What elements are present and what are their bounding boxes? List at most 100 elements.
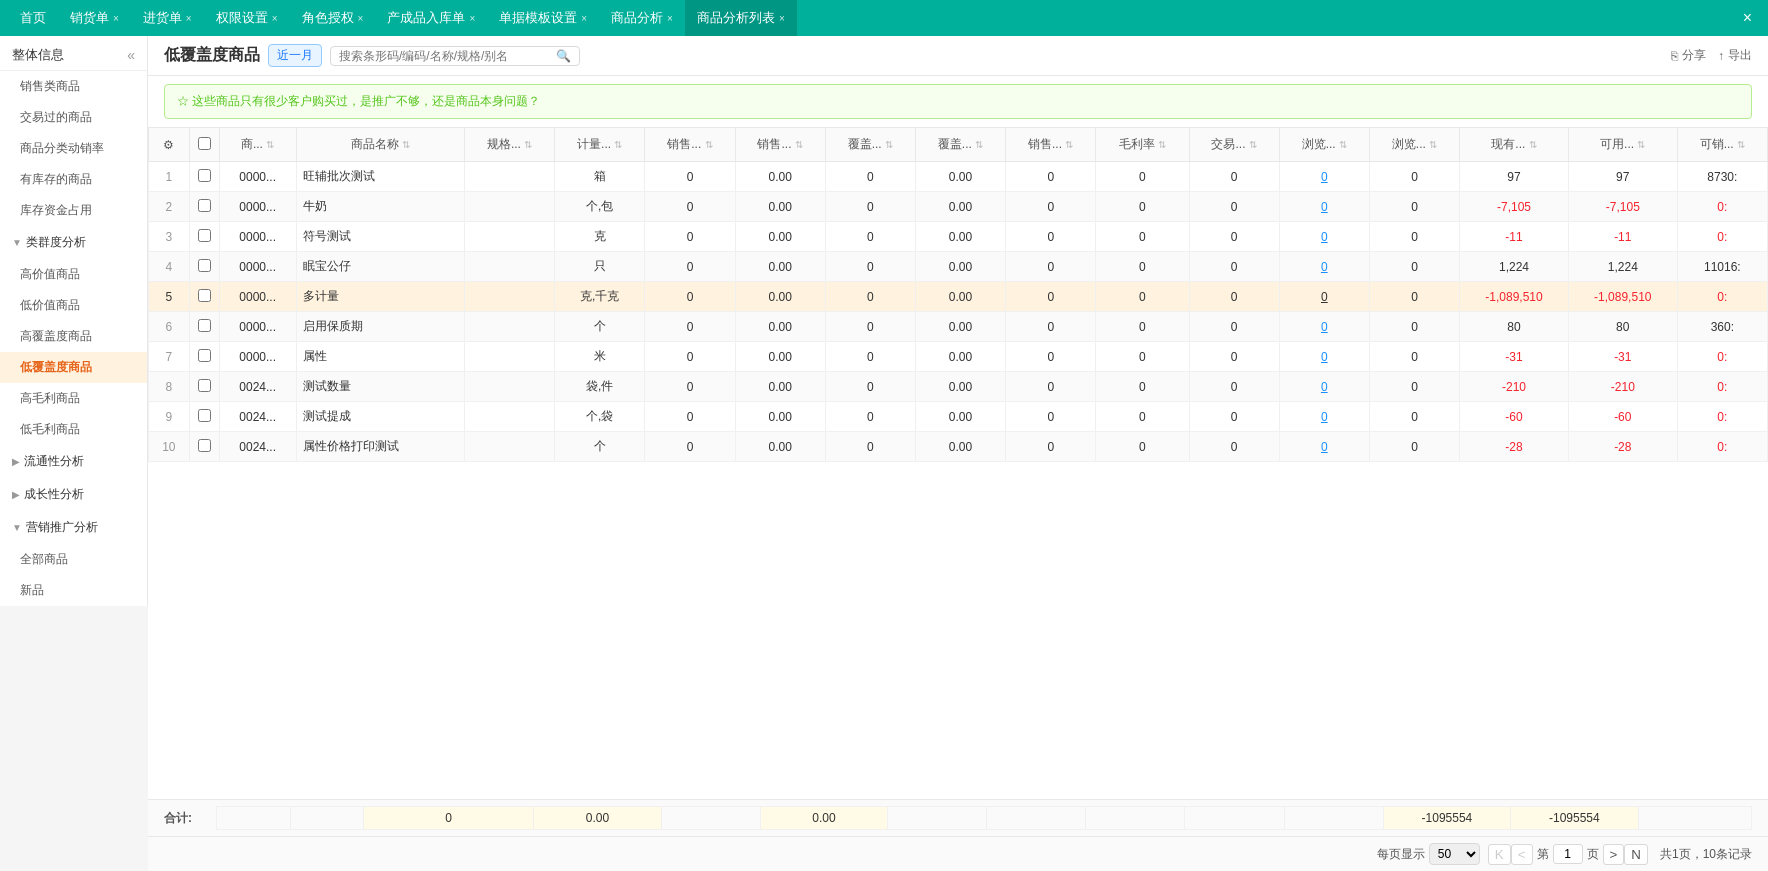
search-input[interactable]	[339, 49, 552, 63]
row-views1[interactable]: 0	[1279, 162, 1369, 192]
nav-tab-purchase[interactable]: 进货单 ×	[131, 0, 204, 36]
search-box[interactable]: 🔍	[330, 46, 580, 66]
sidebar-item-inventory-capital[interactable]: 库存资金占用	[0, 195, 147, 226]
sidebar-item-new-products[interactable]: 新品	[0, 575, 147, 606]
col-name[interactable]: 商品名称 ⇅	[296, 128, 464, 162]
sidebar-item-stocked-products[interactable]: 有库存的商品	[0, 164, 147, 195]
sidebar-section-growth-analysis[interactable]: ▶ 成长性分析	[0, 478, 147, 511]
row-views1[interactable]: 0	[1279, 402, 1369, 432]
sidebar-collapse-button[interactable]: «	[127, 47, 135, 63]
settings-icon[interactable]: ⚙	[163, 138, 174, 152]
row-checkbox-cell[interactable]	[189, 402, 219, 432]
row-checkbox[interactable]	[198, 229, 211, 242]
last-page-button[interactable]: N	[1624, 844, 1648, 865]
col-spec[interactable]: 规格... ⇅	[465, 128, 555, 162]
sidebar-item-traded-products[interactable]: 交易过的商品	[0, 102, 147, 133]
nav-tab-roles[interactable]: 角色授权 ×	[290, 0, 376, 36]
close-icon[interactable]: ×	[272, 13, 278, 24]
row-checkbox[interactable]	[198, 289, 211, 302]
prev-page-button[interactable]: <	[1511, 844, 1533, 865]
page-number-input[interactable]	[1553, 844, 1583, 864]
row-views1[interactable]: 0	[1279, 282, 1369, 312]
next-page-button[interactable]: >	[1603, 844, 1625, 865]
row-checkbox-cell[interactable]	[189, 222, 219, 252]
row-checkbox[interactable]	[198, 379, 211, 392]
row-views1[interactable]: 0	[1279, 222, 1369, 252]
nav-tab-template[interactable]: 单据模板设置 ×	[487, 0, 599, 36]
col-sellable[interactable]: 可销... ⇅	[1677, 128, 1767, 162]
col-views1[interactable]: 浏览... ⇅	[1279, 128, 1369, 162]
nav-tab-permissions[interactable]: 权限设置 ×	[204, 0, 290, 36]
col-sales-count[interactable]: 销售... ⇅	[1006, 128, 1096, 162]
col-views2[interactable]: 浏览... ⇅	[1369, 128, 1459, 162]
row-checkbox-cell[interactable]	[189, 282, 219, 312]
col-unit[interactable]: 计量... ⇅	[555, 128, 645, 162]
close-icon[interactable]: ×	[581, 13, 587, 24]
close-icon[interactable]: ×	[186, 13, 192, 24]
row-checkbox-cell[interactable]	[189, 312, 219, 342]
close-icon[interactable]: ×	[667, 13, 673, 24]
row-checkbox-cell[interactable]	[189, 162, 219, 192]
row-spec	[465, 192, 555, 222]
sidebar-section-group-analysis[interactable]: ▼ 类群度分析	[0, 226, 147, 259]
col-current-stock[interactable]: 现有... ⇅	[1460, 128, 1569, 162]
sidebar-item-category-rate[interactable]: 商品分类动销率	[0, 133, 147, 164]
nav-tab-product-analysis-list[interactable]: 商品分析列表 ×	[685, 0, 797, 36]
col-available[interactable]: 可用... ⇅	[1568, 128, 1677, 162]
col-trade[interactable]: 交易... ⇅	[1189, 128, 1279, 162]
nav-tab-product-analysis[interactable]: 商品分析 ×	[599, 0, 685, 36]
sidebar-item-high-coverage[interactable]: 高覆盖度商品	[0, 321, 147, 352]
col-coverage1[interactable]: 覆盖... ⇅	[825, 128, 915, 162]
close-icon[interactable]: ×	[113, 13, 119, 24]
row-checkbox-cell[interactable]	[189, 342, 219, 372]
sidebar-section-flow-analysis[interactable]: ▶ 流通性分析	[0, 445, 147, 478]
row-views1[interactable]: 0	[1279, 342, 1369, 372]
col-checkbox[interactable]	[189, 128, 219, 162]
select-all-checkbox[interactable]	[198, 137, 211, 150]
sidebar-item-low-coverage[interactable]: 低覆盖度商品	[0, 352, 147, 383]
col-settings[interactable]: ⚙	[149, 128, 190, 162]
nav-tab-home[interactable]: 首页	[8, 0, 58, 36]
share-button[interactable]: ⎘ 分享	[1671, 47, 1706, 64]
col-sales-amount[interactable]: 销售... ⇅	[735, 128, 825, 162]
row-checkbox-cell[interactable]	[189, 192, 219, 222]
sidebar-section-marketing-analysis[interactable]: ▼ 营销推广分析	[0, 511, 147, 544]
row-checkbox[interactable]	[198, 319, 211, 332]
col-gross-margin[interactable]: 毛利率 ⇅	[1096, 128, 1189, 162]
col-coverage2[interactable]: 覆盖... ⇅	[915, 128, 1005, 162]
close-icon[interactable]: ×	[469, 13, 475, 24]
period-button[interactable]: 近一月	[268, 44, 322, 67]
row-checkbox-cell[interactable]	[189, 372, 219, 402]
first-page-button[interactable]: K	[1488, 844, 1511, 865]
sidebar-item-high-margin[interactable]: 高毛利商品	[0, 383, 147, 414]
table-wrapper[interactable]: ⚙ 商... ⇅ 商品名称 ⇅	[148, 127, 1768, 799]
sidebar-item-low-margin[interactable]: 低毛利商品	[0, 414, 147, 445]
row-checkbox-cell[interactable]	[189, 432, 219, 462]
row-checkbox[interactable]	[198, 409, 211, 422]
nav-tab-finished-goods[interactable]: 产成品入库单 ×	[375, 0, 487, 36]
close-icon[interactable]: ×	[358, 13, 364, 24]
row-checkbox[interactable]	[198, 259, 211, 272]
col-sales-qty[interactable]: 销售... ⇅	[645, 128, 735, 162]
row-sales-qty: 0	[645, 252, 735, 282]
row-views1[interactable]: 0	[1279, 372, 1369, 402]
row-views1[interactable]: 0	[1279, 432, 1369, 462]
row-checkbox-cell[interactable]	[189, 252, 219, 282]
per-page-select[interactable]: 10 20 50 100	[1429, 843, 1480, 865]
close-icon[interactable]: ×	[779, 13, 785, 24]
sidebar-item-sales-products[interactable]: 销售类商品	[0, 71, 147, 102]
export-button[interactable]: ↑ 导出	[1718, 47, 1752, 64]
col-code[interactable]: 商... ⇅	[219, 128, 296, 162]
sidebar-item-all-products[interactable]: 全部商品	[0, 544, 147, 575]
row-checkbox[interactable]	[198, 199, 211, 212]
nav-tab-sales[interactable]: 销货单 ×	[58, 0, 131, 36]
sidebar-item-low-value[interactable]: 低价值商品	[0, 290, 147, 321]
window-close-button[interactable]: ×	[1735, 9, 1760, 27]
row-checkbox[interactable]	[198, 349, 211, 362]
row-views1[interactable]: 0	[1279, 252, 1369, 282]
sidebar-item-high-value[interactable]: 高价值商品	[0, 259, 147, 290]
row-checkbox[interactable]	[198, 169, 211, 182]
row-views1[interactable]: 0	[1279, 192, 1369, 222]
row-views1[interactable]: 0	[1279, 312, 1369, 342]
row-checkbox[interactable]	[198, 439, 211, 452]
